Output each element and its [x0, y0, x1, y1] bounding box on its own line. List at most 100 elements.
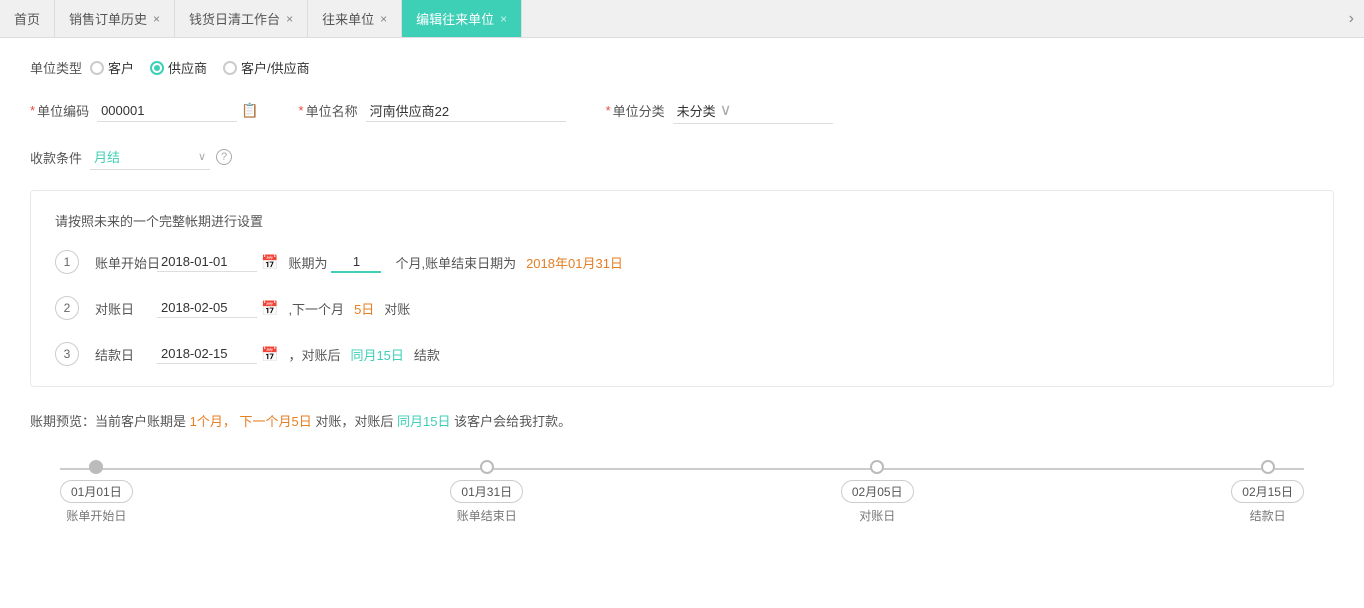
timeline-label-1: 01月01日: [60, 480, 133, 503]
unit-code-label: 单位编码: [37, 101, 89, 120]
timeline-caption-3: 对账日: [859, 507, 895, 524]
tab-related-unit[interactable]: 往来单位 ×: [308, 0, 402, 37]
radio-both-circle: [223, 61, 237, 75]
tab-sales-history[interactable]: 销售订单历史 ×: [55, 0, 175, 37]
period-label-1: 账单开始日: [95, 253, 145, 272]
payment-terms-select[interactable]: 月结 ∨: [90, 144, 210, 170]
period-date-3[interactable]: [157, 344, 257, 364]
required-star-code: *: [30, 103, 35, 118]
tab-related-unit-close[interactable]: ×: [380, 12, 387, 26]
unit-code-group: * 单位编码 📋: [30, 100, 259, 122]
timeline-label-2: 01月31日: [450, 480, 523, 503]
payment-terms-label: 收款条件: [30, 148, 82, 167]
tab-edit-unit-close[interactable]: ×: [500, 12, 507, 26]
unit-info-row: * 单位编码 📋 * 单位名称 * 单位分类 未分类 ∨: [30, 97, 1334, 124]
unit-type-group: 单位类型 客户 供应商 客户/供应商: [30, 58, 310, 77]
period-box: 请按照未来的一个完整帐期进行设置 1 账单开始日 📅 账期为 个月,账单结束日期…: [30, 190, 1334, 387]
timeline-label-4: 02月15日: [1231, 480, 1304, 503]
preview-label: 账期预览：当前客户账期是: [30, 414, 186, 429]
payment-terms-group: 收款条件 月结 ∨ ?: [30, 144, 232, 170]
tab-cashflow[interactable]: 钱货日清工作台 ×: [175, 0, 308, 37]
dropdown-arrow-icon: ∨: [720, 100, 732, 120]
payment-terms-value: 月结: [94, 147, 194, 166]
tab-related-unit-label: 往来单位: [322, 9, 374, 28]
unit-code-input[interactable]: [97, 100, 237, 122]
tab-home-label: 首页: [14, 9, 40, 28]
period-desc-3b: 结款: [414, 345, 440, 364]
unit-type-row: 单位类型 客户 供应商 客户/供应商: [30, 58, 1334, 77]
timeline-point-2: 01月31日 账单结束日: [450, 460, 523, 524]
unit-category-group: * 单位分类 未分类 ∨: [606, 97, 833, 124]
period-row-2: 2 对账日 📅 ,下一个月 5日 对账: [55, 296, 1309, 320]
tab-edit-unit[interactable]: 编辑往来单位 ×: [402, 0, 522, 37]
timeline-container: 01月01日 账单开始日 01月31日 账单结束日 02月05日 对账日: [30, 450, 1334, 554]
payment-terms-row: 收款条件 月结 ∨ ?: [30, 144, 1334, 170]
preview-part3: 对账，对账后: [315, 414, 393, 429]
period-label-2: 对账日: [95, 299, 145, 318]
select-arrow-icon: ∨: [198, 150, 206, 163]
tab-edit-unit-label: 编辑往来单位: [416, 9, 494, 28]
tab-home[interactable]: 首页: [0, 0, 55, 37]
timeline-points: 01月01日 账单开始日 01月31日 账单结束日 02月05日 对账日: [30, 460, 1334, 524]
tab-cashflow-close[interactable]: ×: [286, 12, 293, 26]
required-star-category: *: [606, 103, 611, 118]
period-row-1: 1 账单开始日 📅 账期为 个月,账单结束日期为 2018年01月31日: [55, 250, 1309, 274]
preview-text: 账期预览：当前客户账期是 1个月， 下一个月5日 对账，对账后 同月15日 该客…: [30, 411, 1334, 430]
tab-sales-history-close[interactable]: ×: [153, 12, 160, 26]
unit-category-value: 未分类: [677, 101, 716, 120]
calendar-icon-3[interactable]: 📅: [261, 346, 278, 363]
unit-type-label: 单位类型: [30, 58, 82, 77]
radio-supplier[interactable]: 供应商: [150, 58, 207, 77]
period-desc-3a: ，对账后: [288, 345, 340, 364]
timeline-point-1: 01月01日 账单开始日: [60, 460, 133, 524]
period-highlight-3: 同月15日: [350, 345, 403, 364]
period-label-3: 结款日: [95, 345, 145, 364]
preview-part2: 下一个月5日: [240, 414, 312, 429]
period-num-1: 1: [55, 250, 79, 274]
tab-sales-history-label: 销售订单历史: [69, 9, 147, 28]
tabs-bar: 首页 销售订单历史 × 钱货日清工作台 × 往来单位 × 编辑往来单位 × ›: [0, 0, 1364, 38]
help-icon[interactable]: ?: [216, 149, 232, 165]
calendar-icon-code[interactable]: 📋: [241, 102, 258, 119]
preview-part5: 该客户会给我打款。: [454, 414, 571, 429]
timeline-dot-4: [1261, 460, 1275, 474]
radio-both[interactable]: 客户/供应商: [223, 58, 310, 77]
tab-cashflow-label: 钱货日清工作台: [189, 9, 280, 28]
period-title: 请按照未来的一个完整帐期进行设置: [55, 211, 1309, 230]
main-content: 单位类型 客户 供应商 客户/供应商 * 单位编码: [0, 38, 1364, 608]
unit-category-label: 单位分类: [613, 101, 665, 120]
preview-part4: 同月15日: [397, 414, 450, 429]
radio-supplier-circle: [150, 61, 164, 75]
timeline-dot-1: [89, 460, 103, 474]
unit-category-select[interactable]: 未分类 ∨: [673, 97, 833, 124]
radio-customer-circle: [90, 61, 104, 75]
timeline-dot-3: [870, 460, 884, 474]
period-highlight-2: 5日: [354, 299, 374, 318]
unit-name-group: * 单位名称: [299, 100, 566, 122]
preview-part1: 1个月，: [190, 414, 236, 429]
radio-customer[interactable]: 客户: [90, 58, 134, 77]
unit-name-input[interactable]: [366, 100, 566, 122]
timeline-point-3: 02月05日 对账日: [841, 460, 914, 524]
period-num-2: 2: [55, 296, 79, 320]
calendar-icon-1[interactable]: 📅: [261, 254, 278, 271]
period-desc-2b: 对账: [384, 299, 410, 318]
timeline-point-4: 02月15日 结款日: [1231, 460, 1304, 524]
period-month-input[interactable]: [331, 252, 381, 273]
period-date-1[interactable]: [157, 252, 257, 272]
calendar-icon-2[interactable]: 📅: [261, 300, 278, 317]
timeline-caption-1: 账单开始日: [66, 507, 126, 524]
timeline-dot-2: [480, 460, 494, 474]
timeline-caption-4: 结款日: [1250, 507, 1286, 524]
timeline-label-3: 02月05日: [841, 480, 914, 503]
required-star-name: *: [299, 103, 304, 118]
radio-both-label: 客户/供应商: [241, 58, 310, 77]
timeline-caption-2: 账单结束日: [457, 507, 517, 524]
period-date-2[interactable]: [157, 298, 257, 318]
period-desc-2a: ,下一个月: [288, 299, 344, 318]
unit-type-radios: 客户 供应商 客户/供应商: [90, 58, 310, 77]
radio-customer-label: 客户: [108, 58, 134, 77]
unit-name-label: 单位名称: [306, 101, 358, 120]
tab-more-button[interactable]: ›: [1339, 10, 1364, 28]
preview-section: 账期预览：当前客户账期是 1个月， 下一个月5日 对账，对账后 同月15日 该客…: [30, 397, 1334, 554]
